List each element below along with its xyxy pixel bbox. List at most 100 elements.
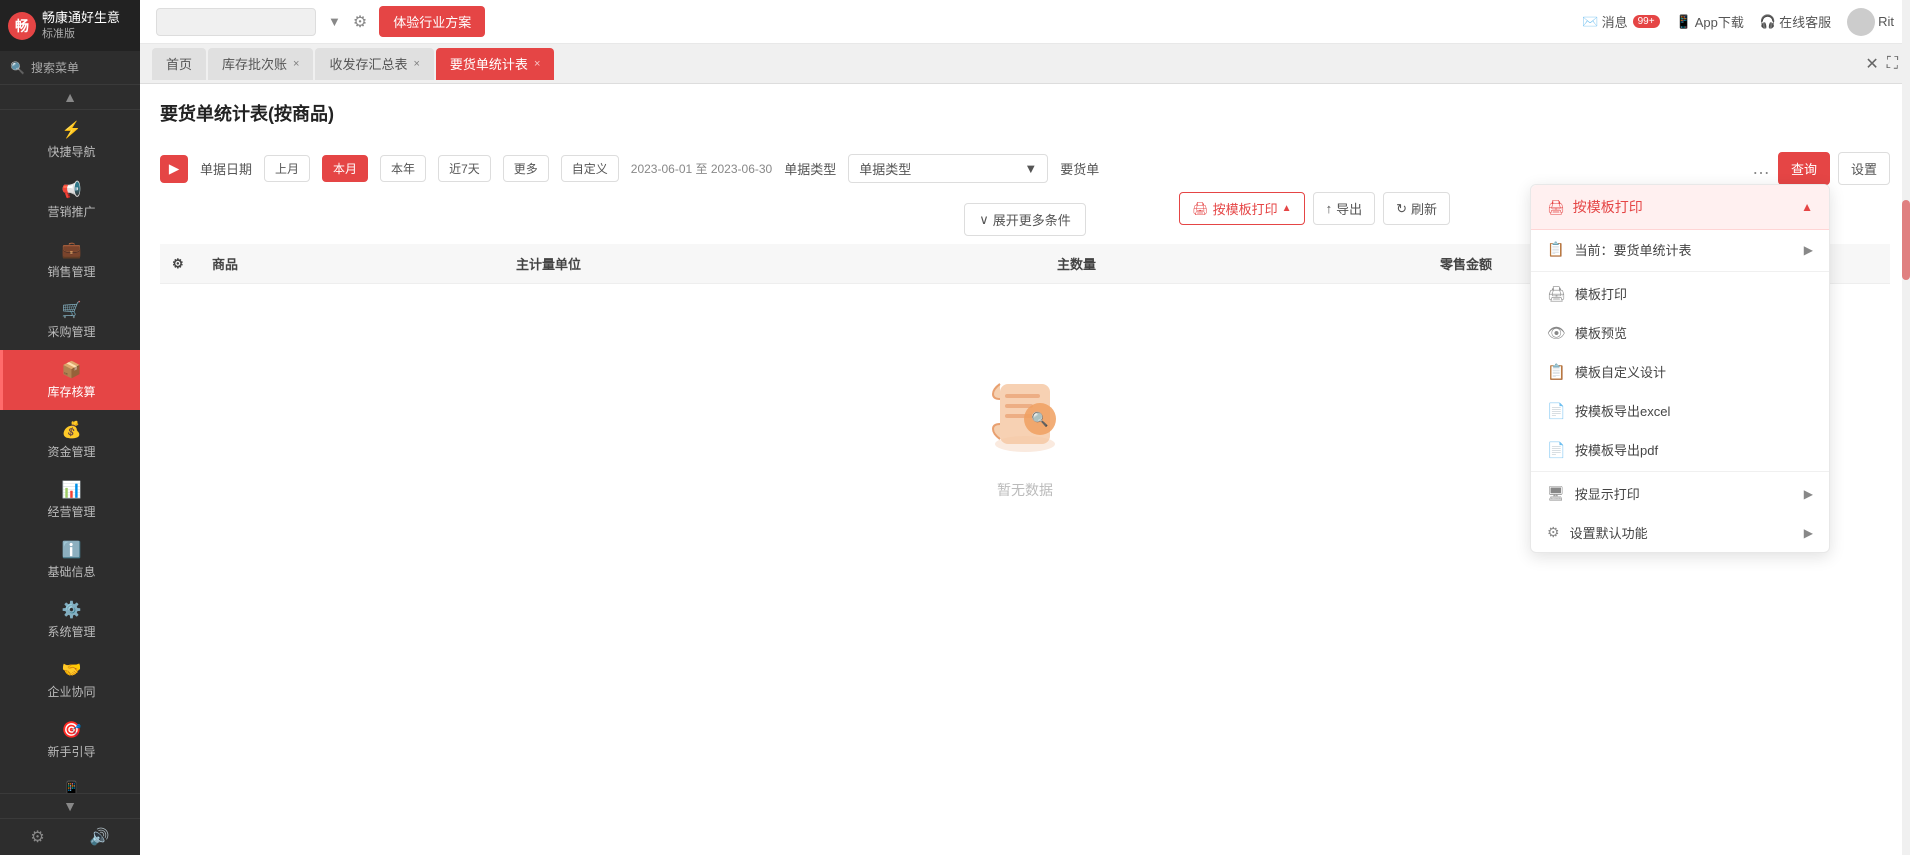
sidebar-item-quick-nav[interactable]: ⚡ 快捷导航	[0, 110, 140, 170]
newbie-icon: 🎯	[62, 720, 82, 740]
more-options-icon[interactable]: …	[1752, 158, 1770, 179]
template-print-icon: 🖨	[1547, 285, 1565, 303]
dropdown-item-template-pdf[interactable]: 📄 按模板导出pdf	[1531, 430, 1829, 469]
type-label: 单据类型	[784, 159, 836, 178]
main-area: ▼ ⚙ 体验行业方案 ✉️ 消息 99+ 📱 App下载 🎧 在线客服 Rit	[140, 0, 1910, 855]
speaker-icon[interactable]: 🔊	[90, 827, 110, 847]
dropdown-item-template-print[interactable]: 🖨 模板打印	[1531, 274, 1829, 313]
dropdown-header-chevron: ▲	[1801, 200, 1813, 214]
expand-more-btn[interactable]: ∨ 展开更多条件	[964, 203, 1086, 236]
tab-receivable-summary[interactable]: 收发存汇总表 ×	[315, 48, 433, 80]
dropdown-header-left: 🖨 按模板打印	[1547, 197, 1643, 217]
scroll-down-btn[interactable]: ▼	[63, 798, 77, 814]
tab-close-order-stats[interactable]: ×	[534, 58, 540, 70]
date-label: 单据日期	[200, 159, 252, 178]
app-logo: 畅 畅康通好生意 标准版	[0, 0, 140, 51]
headset-icon: 🎧	[1760, 14, 1776, 30]
sidebar-item-purchase[interactable]: 🛒 采购管理	[0, 290, 140, 350]
appstore-icon: 📱	[62, 780, 82, 793]
user-name: Rit	[1878, 14, 1894, 29]
page-title: 要货单统计表(按商品)	[160, 100, 1890, 126]
dropdown-print-icon: 🖨	[1547, 199, 1565, 216]
tab-inventory-batch[interactable]: 库存批次账 ×	[208, 48, 313, 80]
date-range-display: 2023-06-01 至 2023-06-30	[631, 160, 772, 177]
settings-bottom-icon[interactable]: ⚙	[30, 827, 44, 847]
tabs-bar: 首页 库存批次账 × 收发存汇总表 × 要货单统计表 × ✕ ⛶	[140, 44, 1910, 84]
logo-text: 畅康通好生意 标准版	[42, 10, 120, 41]
promo-button[interactable]: 体验行业方案	[379, 6, 485, 37]
search-icon: 🔍	[10, 61, 25, 75]
topbar-app-download[interactable]: 📱 App下载	[1676, 12, 1744, 31]
date-prev-month[interactable]: 上月	[264, 155, 310, 182]
sidebar-item-inventory[interactable]: 📦 库存核算	[0, 350, 140, 410]
type-select[interactable]: 单据类型 ▼	[848, 154, 1048, 183]
export-btn[interactable]: ↑ 导出	[1313, 192, 1376, 225]
scroll-up-btn[interactable]: ▲	[63, 89, 77, 105]
dropdown-current-template[interactable]: 📋 当前：要货单统计表 ▶	[1531, 230, 1829, 269]
dropdown-item-template-preview[interactable]: 👁 模板预览	[1531, 313, 1829, 352]
topbar-online-service[interactable]: 🎧 在线客服	[1760, 12, 1831, 31]
dropdown-item-template-design[interactable]: 📋 模板自定义设计	[1531, 352, 1829, 391]
topbar-message[interactable]: ✉️ 消息 99+	[1582, 12, 1659, 31]
page-content: 要货单统计表(按商品) 🖨 按模板打印 ▲ ↑ 导出 ↻ 刷新	[140, 84, 1910, 855]
sidebar-item-basic[interactable]: ℹ️ 基础信息	[0, 530, 140, 590]
dropdown-set-default[interactable]: ⚙ 设置默认功能 ▶	[1531, 513, 1829, 552]
col-qty: 主数量	[1045, 244, 1428, 284]
sidebar: 畅 畅康通好生意 标准版 🔍 搜索菜单 ▲ ⚡ 快捷导航 📢 营销推广 💼 销售…	[0, 0, 140, 855]
set-default-icon: ⚙	[1547, 524, 1560, 541]
col-product: 商品	[200, 244, 504, 284]
topbar-gear-icon[interactable]: ⚙	[353, 12, 367, 32]
sidebar-item-sales[interactable]: 💼 销售管理	[0, 230, 140, 290]
date-current-month[interactable]: 本月	[322, 155, 368, 182]
print-template-btn[interactable]: 🖨 按模板打印 ▲	[1179, 192, 1304, 225]
refresh-icon: ↻	[1396, 201, 1407, 217]
print-dropdown-menu: 🖨 按模板打印 ▲ 📋 当前：要货单统计表 ▶ 🖨 模板打印 👁	[1530, 184, 1830, 553]
topbar-dropdown-icon[interactable]: ▼	[328, 14, 341, 29]
topbar-user[interactable]: Rit	[1847, 8, 1894, 36]
date-more[interactable]: 更多	[503, 155, 549, 182]
topbar-search-input[interactable]	[156, 8, 316, 36]
empty-text: 暂无数据	[997, 480, 1053, 500]
sidebar-item-system[interactable]: ⚙️ 系统管理	[0, 590, 140, 650]
scrollbar-thumb[interactable]	[1902, 200, 1910, 280]
template-pdf-icon: 📄	[1547, 441, 1565, 459]
sidebar-search[interactable]: 🔍 搜索菜单	[0, 51, 140, 85]
basic-icon: ℹ️	[62, 540, 82, 560]
page-action-buttons: 🖨 按模板打印 ▲ ↑ 导出 ↻ 刷新	[1179, 192, 1450, 225]
tab-home[interactable]: 首页	[152, 48, 206, 80]
tab-close-inventory-batch[interactable]: ×	[293, 58, 299, 70]
purchase-icon: 🛒	[62, 300, 82, 320]
tabs-maximize[interactable]: ⛶	[1887, 55, 1898, 73]
dropdown-item-template-excel[interactable]: 📄 按模板导出excel	[1531, 391, 1829, 430]
refresh-btn[interactable]: ↻ 刷新	[1383, 192, 1450, 225]
query-btn[interactable]: 查询	[1778, 152, 1830, 185]
template-icon: 📋	[1547, 241, 1564, 258]
sidebar-item-marketing[interactable]: 📢 营销推广	[0, 170, 140, 230]
marketing-icon: 📢	[62, 180, 82, 200]
sidebar-item-newbie[interactable]: 🎯 新手引导	[0, 710, 140, 770]
filter-expand-btn[interactable]: ▶	[160, 155, 188, 183]
expand-more-chevron: ∨	[979, 212, 989, 228]
date-this-year[interactable]: 本年	[380, 155, 426, 182]
date-7days[interactable]: 近7天	[438, 155, 491, 182]
finance-icon: 💰	[62, 420, 82, 440]
sidebar-item-operation[interactable]: 📊 经营管理	[0, 470, 140, 530]
col-settings[interactable]: ⚙	[160, 244, 200, 284]
sidebar-item-appstore[interactable]: 📱 应用中心	[0, 770, 140, 793]
enterprise-icon: 🤝	[62, 660, 82, 680]
scrollbar-track	[1902, 0, 1910, 855]
tab-order-stats[interactable]: 要货单统计表 ×	[436, 48, 554, 80]
logo-icon: 畅	[8, 12, 36, 40]
date-custom[interactable]: 自定义	[561, 155, 619, 182]
dropdown-header[interactable]: 🖨 按模板打印 ▲	[1531, 185, 1829, 230]
yaohuodan-label: 要货单	[1060, 159, 1099, 178]
tab-close-receivable-summary[interactable]: ×	[413, 58, 419, 70]
settings-btn[interactable]: 设置	[1838, 152, 1890, 185]
sidebar-item-finance[interactable]: 💰 资金管理	[0, 410, 140, 470]
quick-nav-icon: ⚡	[62, 120, 82, 140]
sidebar-item-enterprise[interactable]: 🤝 企业协同	[0, 650, 140, 710]
print-icon: 🖨	[1192, 201, 1209, 217]
tabs-window-close[interactable]: ✕	[1865, 54, 1878, 74]
dropdown-display-print[interactable]: 🖥 按显示打印 ▶	[1531, 474, 1829, 513]
empty-illustration: 🔍	[975, 364, 1075, 464]
